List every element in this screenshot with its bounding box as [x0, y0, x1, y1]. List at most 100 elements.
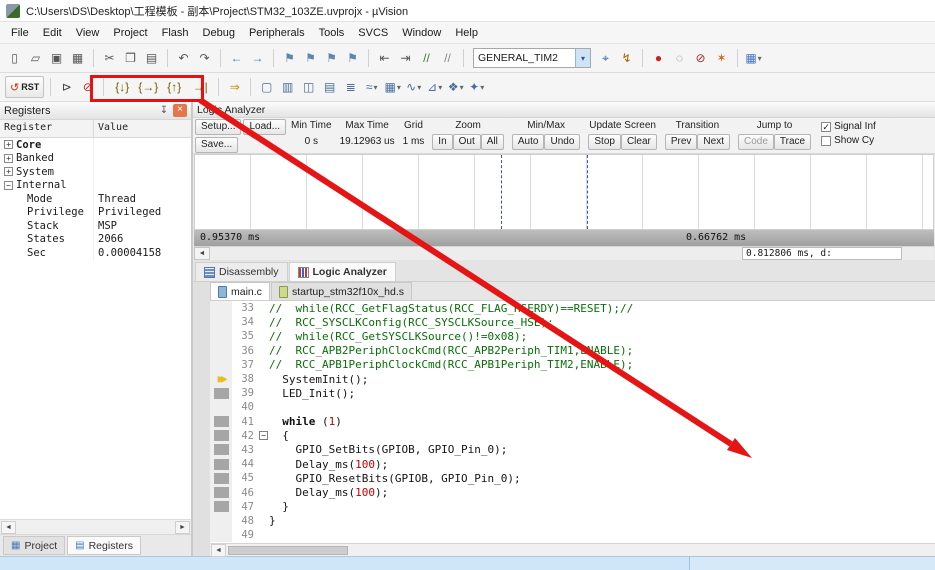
- code-margin[interactable]: ▶▶: [210, 371, 232, 387]
- code-line[interactable]: 44 Delay_ms(100);: [210, 457, 935, 472]
- load-button[interactable]: Load...: [243, 119, 287, 135]
- call-stack-window-button[interactable]: ≣: [341, 76, 360, 98]
- auto-button[interactable]: Auto: [511, 133, 545, 150]
- signal-inf-checkbox[interactable]: ✓ Signal Inf: [821, 121, 876, 132]
- trace-button[interactable]: Trace: [773, 133, 812, 150]
- code-margin[interactable]: [210, 528, 232, 543]
- code-line[interactable]: 40: [210, 400, 935, 415]
- memory-window-button[interactable]: ▦ ▾: [383, 76, 402, 98]
- out-button[interactable]: Out: [452, 133, 481, 150]
- comment-selection-button[interactable]: //: [417, 47, 436, 69]
- run-button[interactable]: ⊳: [57, 76, 76, 98]
- register-row[interactable]: States 2066: [0, 232, 191, 246]
- scroll-left-icon[interactable]: ◄: [1, 520, 16, 534]
- registers-hscrollbar[interactable]: ◄ ►: [0, 519, 191, 534]
- expand-icon[interactable]: +: [4, 153, 13, 163]
- redo-button[interactable]: ↷: [195, 47, 214, 69]
- code-margin[interactable]: [210, 357, 232, 372]
- scroll-right-icon[interactable]: ►: [175, 520, 190, 534]
- new-file-button[interactable]: ▯: [5, 47, 24, 69]
- code-margin[interactable]: [210, 386, 232, 401]
- clear-button[interactable]: Clear: [620, 133, 657, 150]
- scroll-left-icon[interactable]: ◄: [211, 543, 226, 557]
- code-margin[interactable]: [210, 343, 232, 358]
- scroll-left-icon[interactable]: ◄: [194, 247, 210, 260]
- pin-icon[interactable]: ↧: [157, 105, 171, 116]
- menu-peripherals[interactable]: Peripherals: [242, 24, 312, 42]
- code-margin[interactable]: [210, 485, 232, 500]
- code-line[interactable]: 45 GPIO_ResetBits(GPIOB, GPIO_Pin_0);: [210, 471, 935, 486]
- la-waveform[interactable]: [194, 154, 934, 230]
- save-all-button[interactable]: ▦: [68, 47, 87, 69]
- column-value[interactable]: Value: [94, 120, 191, 137]
- target-select[interactable]: GENERAL_TIM2 ▾: [473, 48, 591, 68]
- menu-svcs[interactable]: SVCS: [351, 24, 395, 42]
- code-line[interactable]: 33 // while(RCC_GetFlagStatus(RCC_FLAG_HS…: [210, 301, 935, 316]
- code-margin[interactable]: [210, 301, 232, 316]
- menu-flash[interactable]: Flash: [155, 24, 196, 42]
- kill-breakpoints-button[interactable]: ⊘: [691, 47, 710, 69]
- bookmark-toggle-button[interactable]: ⚑: [280, 47, 299, 69]
- close-icon[interactable]: ×: [173, 104, 187, 117]
- register-row[interactable]: Stack MSP: [0, 219, 191, 233]
- register-row[interactable]: Mode Thread: [0, 192, 191, 206]
- collapse-icon[interactable]: −: [4, 180, 13, 190]
- symbols-window-button[interactable]: ◫: [299, 76, 318, 98]
- code-line[interactable]: 42− {: [210, 428, 935, 443]
- code-line[interactable]: 46 Delay_ms(100);: [210, 485, 935, 500]
- find-in-files-button[interactable]: ⌖: [596, 47, 615, 69]
- registers-panel-caption[interactable]: Registers ↧ ×: [0, 102, 191, 120]
- indent-right-button[interactable]: ⇥: [396, 47, 415, 69]
- code-margin[interactable]: [210, 457, 232, 472]
- next-button[interactable]: Next: [697, 133, 730, 150]
- menu-window[interactable]: Window: [395, 24, 448, 42]
- code-margin[interactable]: [210, 428, 232, 443]
- navigate-back-button[interactable]: ←: [227, 47, 246, 69]
- stop-button[interactable]: ⊘: [78, 76, 97, 98]
- title-bar[interactable]: C:\Users\DS\Desktop\工程模板 - 副本\Project\ST…: [0, 0, 935, 22]
- stop-button[interactable]: Stop: [588, 133, 621, 150]
- unchecked-checkbox-icon[interactable]: [821, 135, 832, 146]
- code-margin[interactable]: [210, 513, 232, 528]
- register-row[interactable]: + Core: [0, 138, 191, 152]
- step-out-button[interactable]: {↑}: [162, 76, 186, 98]
- indent-left-button[interactable]: ⇤: [375, 47, 394, 69]
- panel-tab-project[interactable]: ▦ Project: [3, 536, 66, 555]
- setup-button[interactable]: Setup...: [195, 119, 242, 135]
- code-line[interactable]: 47 }: [210, 499, 935, 514]
- tab-logic-analyzer[interactable]: Logic Analyzer: [288, 262, 396, 281]
- fold-collapse-icon[interactable]: −: [259, 431, 268, 441]
- scrollbar-thumb[interactable]: [228, 545, 348, 555]
- undo-button[interactable]: Undo: [544, 133, 581, 150]
- expand-icon[interactable]: +: [4, 140, 13, 150]
- open-file-button[interactable]: ▱: [26, 47, 45, 69]
- register-row[interactable]: + Banked: [0, 151, 191, 165]
- code-margin[interactable]: [210, 442, 232, 458]
- code-line[interactable]: 48}: [210, 513, 935, 528]
- undo-button[interactable]: ↶: [174, 47, 193, 69]
- code-line[interactable]: ▶▶ 38 SystemInit();: [210, 371, 935, 387]
- code-margin[interactable]: [210, 400, 232, 415]
- la-timeline[interactable]: 0.95370 ms 0.66762 ms: [194, 230, 934, 246]
- code-line[interactable]: 41 while (1): [210, 414, 935, 429]
- navigate-forward-button[interactable]: →: [248, 47, 267, 69]
- column-register[interactable]: Register: [0, 120, 94, 137]
- step-into-button[interactable]: {↓}: [110, 76, 134, 98]
- code-margin[interactable]: [210, 499, 232, 514]
- code-line[interactable]: 35 // while(RCC_GetSYSCLKSource()!=0x08);: [210, 329, 935, 344]
- expand-icon[interactable]: +: [4, 167, 13, 177]
- dropdown-arrow-icon[interactable]: ▾: [575, 49, 590, 67]
- file-tab-main-c[interactable]: main.c: [210, 282, 270, 300]
- watch-window-button[interactable]: ≈ ▾: [362, 76, 381, 98]
- code-line[interactable]: 49: [210, 528, 935, 543]
- all-button[interactable]: All: [480, 133, 504, 150]
- code-margin[interactable]: [210, 329, 232, 344]
- flash-download-button[interactable]: ↯: [617, 47, 636, 69]
- step-over-button[interactable]: {→}: [136, 76, 160, 98]
- code-margin[interactable]: [210, 315, 232, 330]
- save-file-button[interactable]: ▣: [47, 47, 66, 69]
- code-line[interactable]: 43 GPIO_SetBits(GPIOB, GPIO_Pin_0);: [210, 442, 935, 458]
- code-margin[interactable]: [210, 471, 232, 486]
- file-tab-startup-stm32f10x-hd-s[interactable]: startup_stm32f10x_hd.s: [270, 282, 413, 300]
- command-window-button[interactable]: ▢: [257, 76, 276, 98]
